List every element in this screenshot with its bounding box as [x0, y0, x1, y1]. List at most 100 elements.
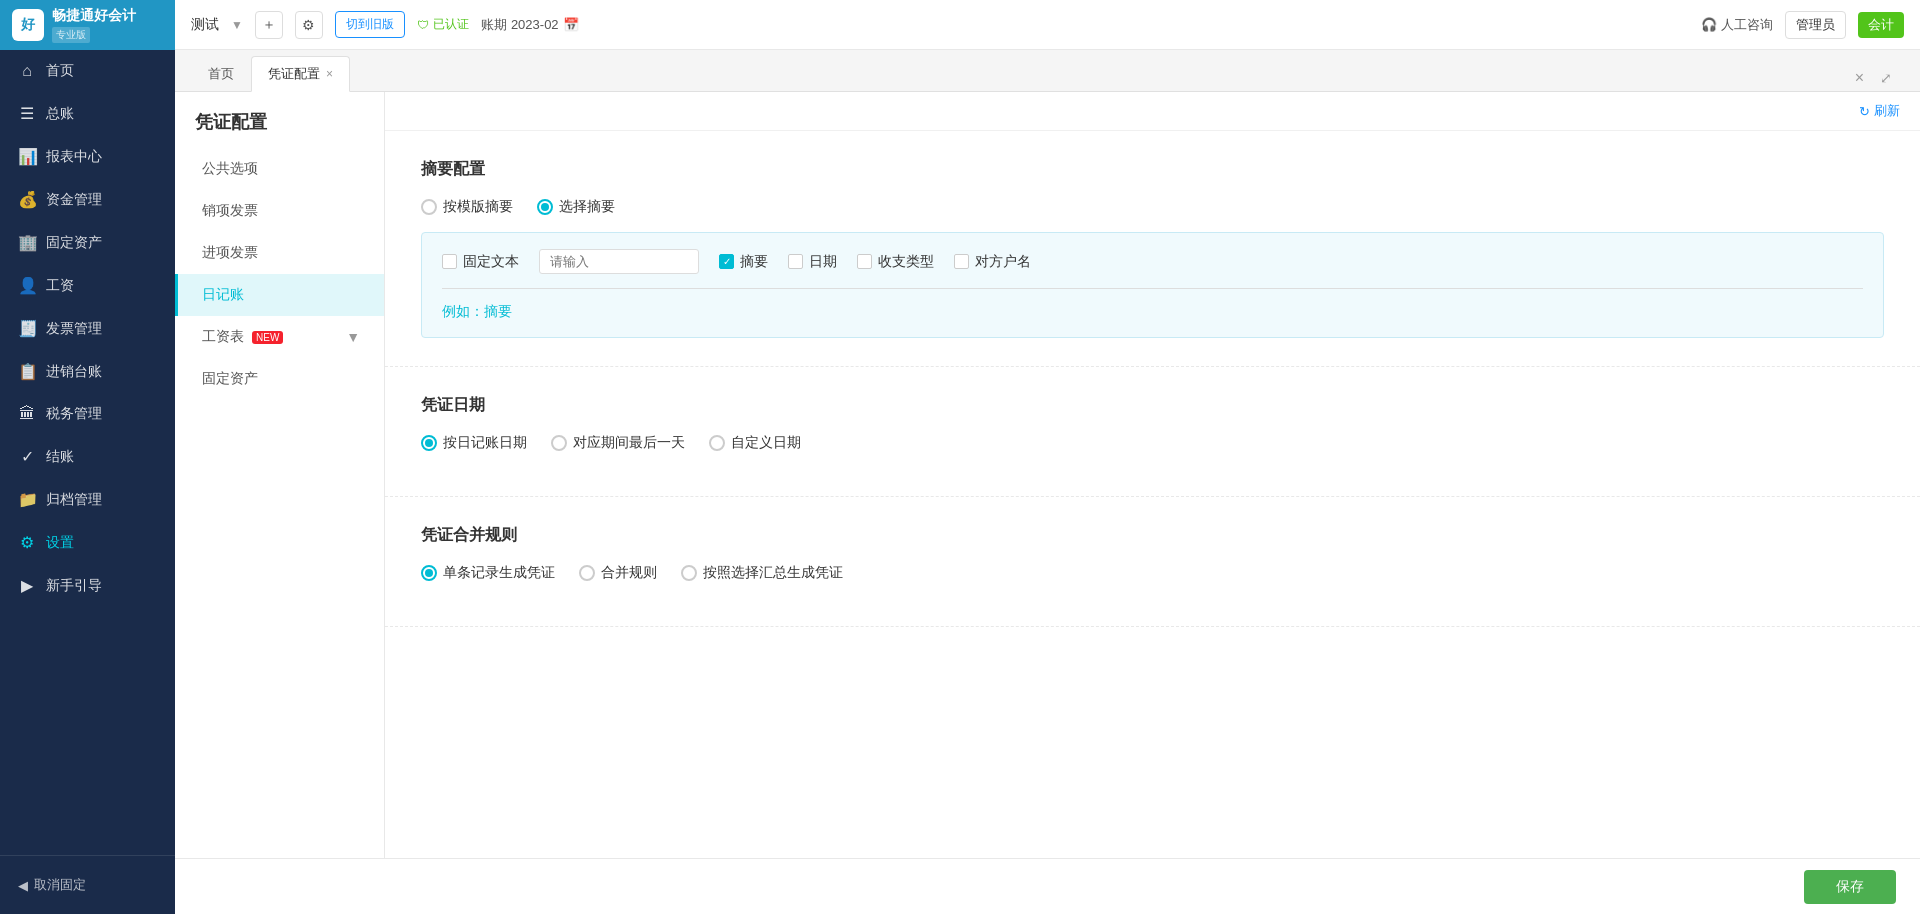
radio-single-record-btn[interactable]	[421, 565, 437, 581]
headset-icon: 🎧	[1701, 17, 1717, 32]
sidebar-item-assets[interactable]: 🏢 固定资产	[0, 221, 175, 264]
closing-icon: ✓	[18, 447, 36, 466]
app-edition: 专业版	[52, 27, 90, 43]
main-area: 测试 ▼ ＋ ⚙ 切到旧版 🛡 已认证 账期 2023-02 📅 🎧 人工咨询 …	[175, 0, 1920, 914]
merge-radio-rules[interactable]: 合并规则	[579, 564, 657, 582]
checkbox-date-box[interactable]	[788, 254, 803, 269]
save-button[interactable]: 保存	[1804, 870, 1896, 904]
merge-radio-single[interactable]: 单条记录生成凭证	[421, 564, 555, 582]
checkbox-income-type[interactable]: 收支类型	[857, 253, 934, 271]
sidebar-item-ledger[interactable]: ☰ 总账	[0, 92, 175, 135]
checkbox-fixed-text[interactable]: 固定文本	[442, 253, 519, 271]
window-expand-icon[interactable]: ⤢	[1876, 66, 1896, 90]
radio-template-btn[interactable]	[421, 199, 437, 215]
admin-button[interactable]: 管理员	[1785, 11, 1846, 39]
sidebar-item-reports[interactable]: 📊 报表中心	[0, 135, 175, 178]
left-nav-payroll-table[interactable]: 工资表 NEW ▼	[175, 316, 384, 358]
radio-journal-date-btn[interactable]	[421, 435, 437, 451]
summary-radio-select[interactable]: 选择摘要	[537, 198, 615, 216]
radio-select-btn[interactable]	[537, 199, 553, 215]
merge-radio-summary[interactable]: 按照选择汇总生成凭证	[681, 564, 843, 582]
abstract-label: 摘要	[740, 253, 768, 271]
custom-date-label: 自定义日期	[731, 434, 801, 452]
merge-rules-label: 合并规则	[601, 564, 657, 582]
left-nav-fixed-assets[interactable]: 固定资产	[175, 358, 384, 400]
topbar-arrow-icon[interactable]: ▼	[231, 18, 243, 32]
sidebar-item-label: 报表中心	[46, 148, 102, 166]
cancel-fixed-btn[interactable]: ◀ 取消固定	[0, 866, 175, 904]
radio-summary-generate-btn[interactable]	[681, 565, 697, 581]
summary-generate-label: 按照选择汇总生成凭证	[703, 564, 843, 582]
reports-icon: 📊	[18, 147, 36, 166]
period-last-label: 对应期间最后一天	[573, 434, 685, 452]
bottom-spacer	[385, 627, 1920, 687]
consult-button[interactable]: 🎧 人工咨询	[1701, 16, 1773, 34]
checkbox-income-type-box[interactable]	[857, 254, 872, 269]
sidebar-item-label: 税务管理	[46, 405, 102, 423]
options-divider	[442, 288, 1863, 289]
assets-icon: 🏢	[18, 233, 36, 252]
calendar-icon[interactable]: 📅	[563, 17, 579, 32]
single-record-label: 单条记录生成凭证	[443, 564, 555, 582]
checkbox-row: 固定文本 ✓ 摘要 日期 收支类型	[442, 249, 1863, 274]
sidebar: 好 畅捷通好会计 专业版 ⌂ 首页 ☰ 总账 📊 报表中心 💰 资金管理 🏢 固…	[0, 0, 175, 914]
tab-close-icon[interactable]: ×	[326, 67, 333, 81]
sidebar-item-invoice[interactable]: 🧾 发票管理	[0, 307, 175, 350]
checkbox-counterparty[interactable]: 对方户名	[954, 253, 1031, 271]
date-radio-period-last[interactable]: 对应期间最后一天	[551, 434, 685, 452]
sidebar-item-label: 进销台账	[46, 363, 102, 381]
checkbox-date[interactable]: 日期	[788, 253, 837, 271]
income-type-label: 收支类型	[878, 253, 934, 271]
checkbox-counterparty-box[interactable]	[954, 254, 969, 269]
accountant-button[interactable]: 会计	[1858, 12, 1904, 38]
topbar-right: 🎧 人工咨询 管理员 会计	[1701, 11, 1904, 39]
period-label: 账期	[481, 16, 507, 34]
app-name: 畅捷通好会计	[52, 7, 136, 25]
left-nav-purchase-invoice[interactable]: 进项发票	[175, 232, 384, 274]
tab-home[interactable]: 首页	[191, 55, 251, 91]
date-radio-group: 按日记账日期 对应期间最后一天 自定义日期	[421, 434, 1884, 452]
switch-old-version-button[interactable]: 切到旧版	[335, 11, 405, 38]
tab-voucher-config[interactable]: 凭证配置 ×	[251, 56, 350, 92]
right-panel: ↻ 刷新 摘要配置 按模版摘要 选择摘要	[385, 92, 1920, 858]
sidebar-item-payroll[interactable]: 👤 工资	[0, 264, 175, 307]
add-button[interactable]: ＋	[255, 11, 283, 39]
radio-merge-rules-btn[interactable]	[579, 565, 595, 581]
refresh-label: 刷新	[1874, 102, 1900, 120]
left-nav-public[interactable]: 公共选项	[175, 148, 384, 190]
tax-icon: 🏛	[18, 405, 36, 423]
summary-radio-template[interactable]: 按模版摘要	[421, 198, 513, 216]
checkbox-abstract-box[interactable]: ✓	[719, 254, 734, 269]
merge-section-title: 凭证合并规则	[421, 525, 1884, 546]
left-nav-label: 日记账	[202, 286, 244, 302]
sidebar-item-label: 首页	[46, 62, 74, 80]
checkbox-abstract[interactable]: ✓ 摘要	[719, 253, 768, 271]
sidebar-item-closing[interactable]: ✓ 结账	[0, 435, 175, 478]
sidebar-item-capital[interactable]: 💰 资金管理	[0, 178, 175, 221]
sidebar-item-settings[interactable]: ⚙ 设置	[0, 521, 175, 564]
refresh-button[interactable]: ↻ 刷新	[1859, 102, 1900, 120]
radio-custom-date-btn[interactable]	[709, 435, 725, 451]
window-close-icon[interactable]: ×	[1851, 65, 1868, 91]
settings-gear-button[interactable]: ⚙	[295, 11, 323, 39]
sidebar-logo: 好 畅捷通好会计 专业版	[0, 0, 175, 50]
fixed-text-input[interactable]	[539, 249, 699, 274]
right-panel-header: ↻ 刷新	[385, 92, 1920, 131]
date-radio-journal[interactable]: 按日记账日期	[421, 434, 527, 452]
radio-period-last-btn[interactable]	[551, 435, 567, 451]
date-radio-custom[interactable]: 自定义日期	[709, 434, 801, 452]
sidebar-item-stockledger[interactable]: 📋 进销台账	[0, 350, 175, 393]
left-nav-sales-invoice[interactable]: 销项发票	[175, 190, 384, 232]
sidebar-item-home[interactable]: ⌂ 首页	[0, 50, 175, 92]
sidebar-item-archive[interactable]: 📁 归档管理	[0, 478, 175, 521]
sidebar-item-guide[interactable]: ▶ 新手引导	[0, 564, 175, 607]
save-bar: 保存	[175, 858, 1920, 914]
capital-icon: 💰	[18, 190, 36, 209]
sidebar-item-tax[interactable]: 🏛 税务管理	[0, 393, 175, 435]
checkbox-fixed-text-box[interactable]	[442, 254, 457, 269]
cancel-fixed-icon: ◀	[18, 878, 28, 893]
archive-icon: 📁	[18, 490, 36, 509]
home-icon: ⌂	[18, 62, 36, 80]
tab-home-label: 首页	[208, 65, 234, 83]
left-nav-journal[interactable]: 日记账	[175, 274, 384, 316]
